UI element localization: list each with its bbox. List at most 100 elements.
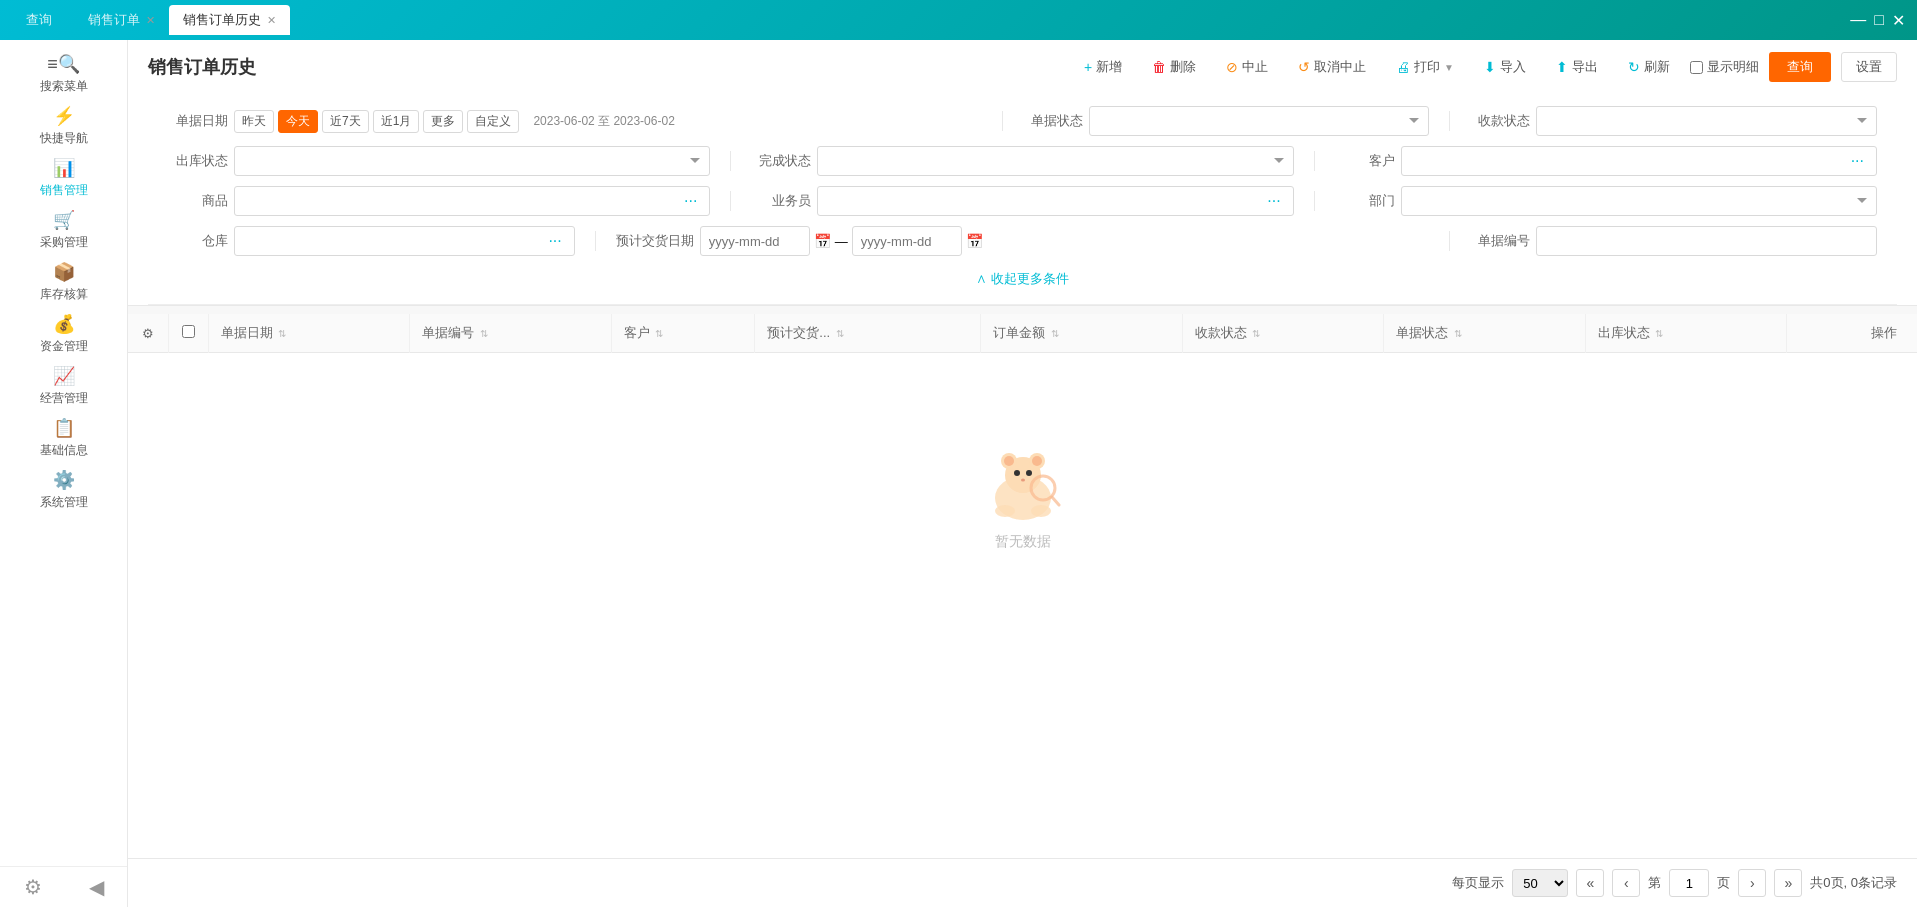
date-btn-today[interactable]: 今天 <box>278 110 318 133</box>
stop-button[interactable]: ⊘ 中止 <box>1216 53 1278 81</box>
display-columns-checkbox[interactable] <box>1690 61 1703 74</box>
tab-sales-order-history-close[interactable]: ✕ <box>267 14 276 27</box>
tab-home[interactable]: 查询 <box>12 5 66 35</box>
filter-customer-input-wrapper[interactable]: ··· <box>1401 146 1877 176</box>
filter-doc-status-select[interactable] <box>1089 106 1430 136</box>
warehouse-dots-icon[interactable]: ··· <box>544 232 565 250</box>
sidebar-item-operations[interactable]: 📈 经营管理 <box>0 360 127 412</box>
th-doc-status-sort-icon[interactable]: ⇅ <box>1454 328 1462 339</box>
th-amount-sort-icon[interactable]: ⇅ <box>1051 328 1059 339</box>
date-btn-custom[interactable]: 自定义 <box>467 110 519 133</box>
th-out-status-sort-icon[interactable]: ⇅ <box>1655 328 1663 339</box>
sidebar-label-quick-nav: 快捷导航 <box>40 130 88 147</box>
th-date-label: 单据日期 <box>221 325 273 340</box>
filter-goods-input-wrapper[interactable]: ··· <box>234 186 710 216</box>
sidebar-item-basic-info[interactable]: 📋 基础信息 <box>0 412 127 464</box>
sidebar-bottom: ⚙ ◀ <box>0 866 127 907</box>
content-area: 销售订单历史 + 新增 🗑 删除 ⊘ 中止 ↺ <box>128 40 1917 907</box>
sidebar-settings-icon[interactable]: ⚙ <box>24 875 42 899</box>
new-button[interactable]: + 新增 <box>1074 53 1132 81</box>
th-number-sort-icon[interactable]: ⇅ <box>480 328 488 339</box>
date-btn-7days[interactable]: 近7天 <box>322 110 369 133</box>
filter-dept-select[interactable] <box>1401 186 1877 216</box>
last-page-button[interactable]: » <box>1774 869 1802 897</box>
date-btn-yesterday[interactable]: 昨天 <box>234 110 274 133</box>
sidebar-item-search-menu[interactable]: ≡🔍 搜索菜单 <box>0 48 127 100</box>
calendar-from-icon[interactable]: 📅 <box>814 233 831 249</box>
stop-icon: ⊘ <box>1226 59 1238 75</box>
th-checkbox[interactable] <box>168 314 208 353</box>
date-btn-1month[interactable]: 近1月 <box>373 110 420 133</box>
filter-doc-no-input[interactable] <box>1536 226 1877 256</box>
print-button[interactable]: 🖨 打印 ▼ <box>1386 53 1464 81</box>
filter-row-2: 出库状态 完成状态 客户 <box>168 146 1877 176</box>
tab-sales-order[interactable]: 销售订单 ✕ <box>74 5 169 35</box>
filter-out-status-select[interactable] <box>234 146 710 176</box>
delivery-date-to[interactable] <box>852 226 962 256</box>
date-range-display: 2023-06-02 至 2023-06-02 <box>533 113 674 130</box>
goods-dots-icon[interactable]: ··· <box>680 192 701 210</box>
filter-warehouse-input-wrapper[interactable]: ··· <box>234 226 575 256</box>
settings-gear-icon[interactable]: ⚙ <box>142 326 154 341</box>
filter-complete-status-select[interactable] <box>817 146 1293 176</box>
page-title-row: 销售订单历史 + 新增 🗑 删除 ⊘ 中止 ↺ <box>148 52 1897 82</box>
display-columns-toggle[interactable]: 显示明细 <box>1690 58 1759 76</box>
sidebar-item-inventory[interactable]: 📦 库存核算 <box>0 256 127 308</box>
sidebar-item-purchase-mgmt[interactable]: 🛒 采购管理 <box>0 204 127 256</box>
page-number-input[interactable] <box>1669 869 1709 897</box>
export-button[interactable]: ⬆ 导出 <box>1546 53 1608 81</box>
close-window-icon[interactable]: ✕ <box>1892 11 1905 30</box>
tab-sales-order-label: 销售订单 <box>88 11 140 29</box>
delivery-date-from[interactable] <box>700 226 810 256</box>
select-all-checkbox[interactable] <box>182 325 195 338</box>
th-settings[interactable]: ⚙ <box>128 314 168 353</box>
th-customer-sort-icon[interactable]: ⇅ <box>655 328 663 339</box>
minimize-icon[interactable]: — <box>1850 11 1866 29</box>
empty-state-row: 暂无数据 <box>128 353 1917 632</box>
delete-label: 删除 <box>1170 58 1196 76</box>
svg-point-5 <box>1032 456 1042 466</box>
th-payment-status-sort-icon[interactable]: ⇅ <box>1252 328 1260 339</box>
tab-sales-order-history[interactable]: 销售订单历史 ✕ <box>169 5 290 35</box>
sidebar-collapse-icon[interactable]: ◀ <box>89 875 104 899</box>
total-info: 共0页, 0条记录 <box>1810 874 1897 892</box>
collapse-row[interactable]: ∧ 收起更多条件 <box>168 266 1877 292</box>
th-out-status: 出库状态 ⇅ <box>1585 314 1787 353</box>
import-button[interactable]: ⬇ 导入 <box>1474 53 1536 81</box>
sidebar-item-sys-mgmt[interactable]: ⚙️ 系统管理 <box>0 464 127 516</box>
sidebar-item-sales-mgmt[interactable]: 📊 销售管理 <box>0 152 127 204</box>
customer-dots-icon[interactable]: ··· <box>1847 152 1868 170</box>
next-page-button[interactable]: › <box>1738 869 1766 897</box>
sidebar-item-finance[interactable]: 💰 资金管理 <box>0 308 127 360</box>
filter-payment-status-select[interactable] <box>1536 106 1877 136</box>
filter-complete-status-item: 完成状态 <box>751 146 1293 176</box>
page-size-select[interactable]: 20 50 100 <box>1512 869 1568 897</box>
cancel-stop-button[interactable]: ↺ 取消中止 <box>1288 53 1376 81</box>
tab-home-label: 查询 <box>26 11 52 29</box>
sidebar-label-purchase-mgmt: 采购管理 <box>40 234 88 251</box>
filter-dept-label: 部门 <box>1335 192 1395 210</box>
sales-mgmt-icon: 📊 <box>53 157 75 179</box>
th-delivery-sort-icon[interactable]: ⇅ <box>836 328 844 339</box>
tab-sales-order-close[interactable]: ✕ <box>146 14 155 27</box>
first-page-button[interactable]: « <box>1576 869 1604 897</box>
delete-button[interactable]: 🗑 删除 <box>1142 53 1206 81</box>
query-button[interactable]: 查询 <box>1769 52 1831 82</box>
filter-salesperson-input-wrapper[interactable]: ··· <box>817 186 1293 216</box>
sidebar-item-quick-nav[interactable]: ⚡ 快捷导航 <box>0 100 127 152</box>
salesperson-dots-icon[interactable]: ··· <box>1263 192 1284 210</box>
settings-button[interactable]: 设置 <box>1841 52 1897 82</box>
date-btn-more[interactable]: 更多 <box>423 110 463 133</box>
refresh-button[interactable]: ↻ 刷新 <box>1618 53 1680 81</box>
th-operation-label: 操作 <box>1871 325 1897 340</box>
prev-page-button[interactable]: ‹ <box>1612 869 1640 897</box>
calendar-to-icon[interactable]: 📅 <box>966 233 983 249</box>
th-amount: 订单金额 ⇅ <box>981 314 1183 353</box>
page-size-label: 每页显示 <box>1452 874 1504 892</box>
maximize-icon[interactable]: □ <box>1874 11 1884 29</box>
svg-line-10 <box>1052 497 1059 505</box>
svg-point-8 <box>1021 479 1025 482</box>
th-delivery: 预计交货... ⇅ <box>755 314 981 353</box>
th-date-sort-icon[interactable]: ⇅ <box>278 328 286 339</box>
th-operation: 操作 <box>1787 314 1917 353</box>
